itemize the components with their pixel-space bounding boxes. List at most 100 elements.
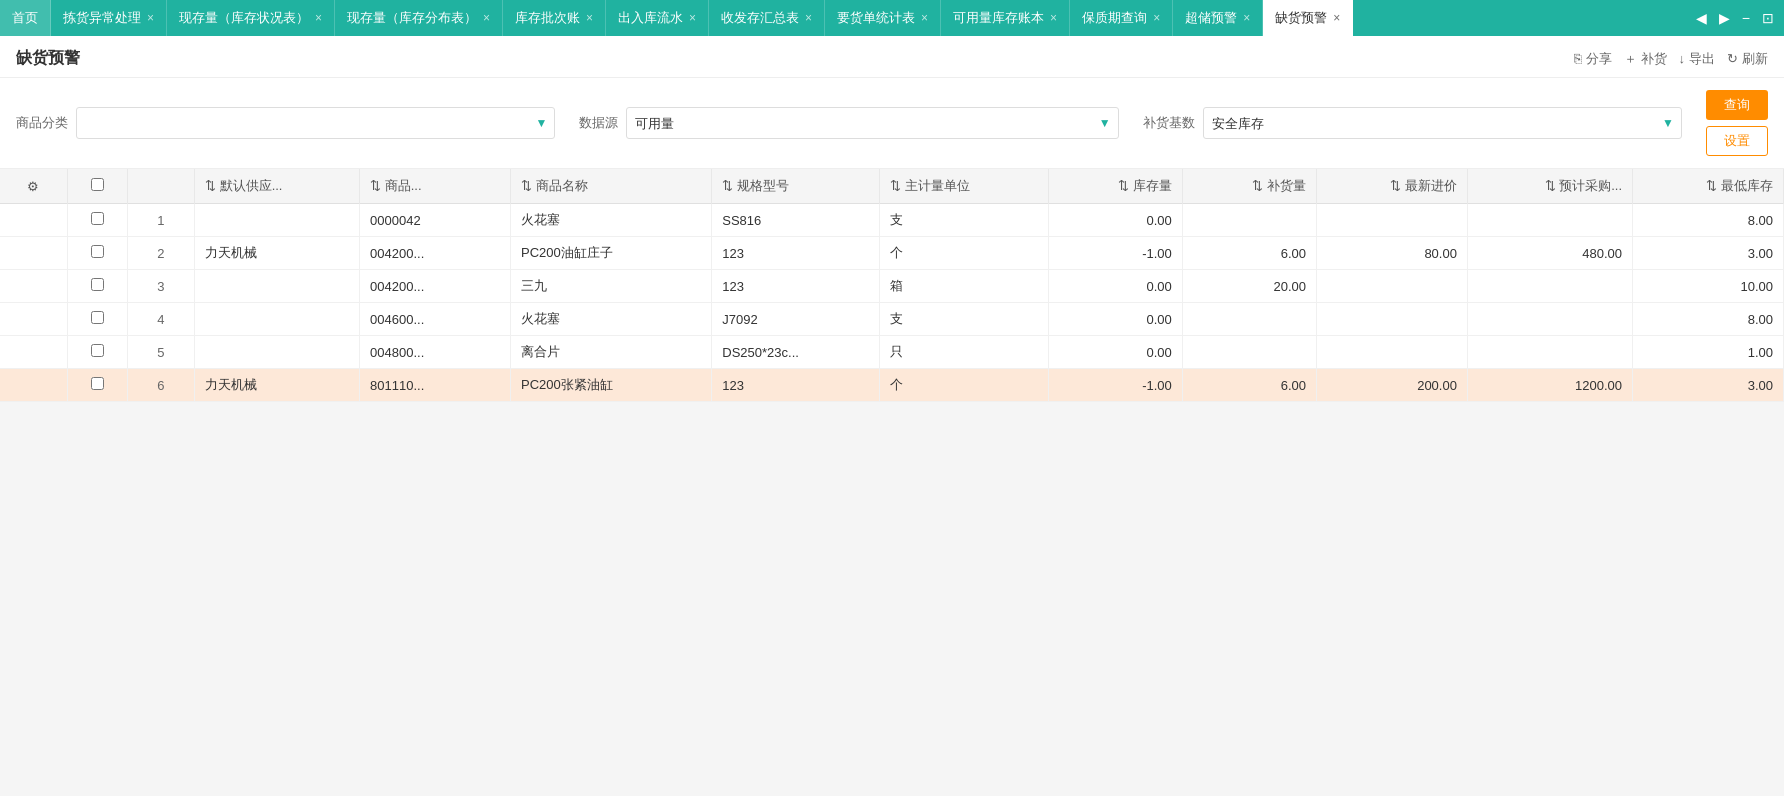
tab-item-11[interactable]: 缺货预警× bbox=[1263, 0, 1353, 36]
row-settings-3[interactable] bbox=[0, 303, 67, 336]
export-button[interactable]: ↓ 导出 bbox=[1679, 50, 1716, 68]
row-min-5: 3.00 bbox=[1633, 369, 1784, 402]
tab-close-11[interactable]: × bbox=[1333, 11, 1340, 25]
row-supplier-5: 力天机械 bbox=[195, 369, 360, 402]
col-header-stock[interactable]: ⇅ 库存量 bbox=[1048, 169, 1182, 204]
row-restock-0 bbox=[1182, 204, 1316, 237]
row-name-5: PC200张紧油缸 bbox=[511, 369, 712, 402]
row-spec-0: SS816 bbox=[712, 204, 880, 237]
query-button[interactable]: 查询 bbox=[1706, 90, 1768, 120]
tab-close-5[interactable]: × bbox=[689, 11, 696, 25]
refresh-button[interactable]: ↻ 刷新 bbox=[1727, 50, 1768, 68]
select-all-checkbox[interactable] bbox=[91, 178, 104, 191]
datasource-select[interactable]: 可用量 bbox=[626, 107, 1118, 139]
row-checkbox-1[interactable] bbox=[91, 245, 104, 258]
table-row: 2 力天机械 004200... PC200油缸庄子 123 个 -1.00 6… bbox=[0, 237, 1784, 270]
tab-minimize-button[interactable]: − bbox=[1736, 6, 1756, 30]
row-settings-5[interactable] bbox=[0, 369, 67, 402]
row-settings-2[interactable] bbox=[0, 270, 67, 303]
tab-close-7[interactable]: × bbox=[921, 11, 928, 25]
tab-close-6[interactable]: × bbox=[805, 11, 812, 25]
row-checkbox-4[interactable] bbox=[91, 344, 104, 357]
row-spec-2: 123 bbox=[712, 270, 880, 303]
tab-item-7[interactable]: 要货单统计表× bbox=[825, 0, 941, 36]
share-icon: ⎘ bbox=[1574, 51, 1582, 66]
row-num-3: 4 bbox=[127, 303, 194, 336]
row-restock-4 bbox=[1182, 336, 1316, 369]
tab-item-1[interactable]: 拣货异常处理× bbox=[51, 0, 167, 36]
tab-item-0[interactable]: 首页 bbox=[0, 0, 51, 36]
row-supplier-2 bbox=[195, 270, 360, 303]
row-checkbox-cell-5[interactable] bbox=[67, 369, 127, 402]
row-unit-5: 个 bbox=[879, 369, 1048, 402]
restock-button[interactable]: ＋ 补货 bbox=[1624, 50, 1667, 68]
row-checkbox-cell-1[interactable] bbox=[67, 237, 127, 270]
col-header-restock[interactable]: ⇅ 补货量 bbox=[1182, 169, 1316, 204]
row-checkbox-3[interactable] bbox=[91, 311, 104, 324]
settings-button[interactable]: 设置 bbox=[1706, 126, 1768, 156]
tab-item-5[interactable]: 出入库流水× bbox=[606, 0, 709, 36]
tab-close-10[interactable]: × bbox=[1243, 11, 1250, 25]
col-header-settings[interactable]: ⚙ bbox=[0, 169, 67, 204]
row-checkbox-cell-2[interactable] bbox=[67, 270, 127, 303]
row-price-1: 80.00 bbox=[1317, 237, 1468, 270]
row-settings-0[interactable] bbox=[0, 204, 67, 237]
tab-prev-button[interactable]: ◀ bbox=[1690, 6, 1713, 30]
tab-next-button[interactable]: ▶ bbox=[1713, 6, 1736, 30]
tab-item-2[interactable]: 现存量（库存状况表）× bbox=[167, 0, 335, 36]
category-select[interactable] bbox=[76, 107, 555, 139]
row-min-4: 1.00 bbox=[1633, 336, 1784, 369]
category-label: 商品分类 bbox=[16, 114, 68, 132]
row-name-4: 离合片 bbox=[511, 336, 712, 369]
share-button[interactable]: ⎘ 分享 bbox=[1574, 50, 1612, 68]
col-header-code[interactable]: ⇅ 商品... bbox=[360, 169, 511, 204]
tab-item-9[interactable]: 保质期查询× bbox=[1070, 0, 1173, 36]
row-supplier-0 bbox=[195, 204, 360, 237]
col-header-supplier[interactable]: ⇅ 默认供应... bbox=[195, 169, 360, 204]
settings-icon: ⚙ bbox=[27, 179, 39, 194]
col-header-name[interactable]: ⇅ 商品名称 bbox=[511, 169, 712, 204]
tab-item-8[interactable]: 可用量库存账本× bbox=[941, 0, 1070, 36]
tab-item-10[interactable]: 超储预警× bbox=[1173, 0, 1263, 36]
row-num-2: 3 bbox=[127, 270, 194, 303]
col-header-checkbox[interactable] bbox=[67, 169, 127, 204]
tab-close-8[interactable]: × bbox=[1050, 11, 1057, 25]
header-actions: ⎘ 分享 ＋ 补货 ↓ 导出 ↻ 刷新 bbox=[1574, 50, 1769, 68]
row-price-4 bbox=[1317, 336, 1468, 369]
row-code-4: 004800... bbox=[360, 336, 511, 369]
tab-close-9[interactable]: × bbox=[1153, 11, 1160, 25]
row-stock-2: 0.00 bbox=[1048, 270, 1182, 303]
col-header-unit[interactable]: ⇅ 主计量单位 bbox=[879, 169, 1048, 204]
row-unit-3: 支 bbox=[879, 303, 1048, 336]
tab-item-4[interactable]: 库存批次账× bbox=[503, 0, 606, 36]
est-sort-icon: ⇅ bbox=[1545, 178, 1556, 193]
restock-base-select[interactable]: 安全库存 bbox=[1203, 107, 1682, 139]
table-row: 5 004800... 离合片 DS250*23c... 只 0.00 1.00 bbox=[0, 336, 1784, 369]
tab-close-3[interactable]: × bbox=[483, 11, 490, 25]
row-unit-4: 只 bbox=[879, 336, 1048, 369]
row-unit-2: 箱 bbox=[879, 270, 1048, 303]
row-checkbox-0[interactable] bbox=[91, 212, 104, 225]
tab-close-2[interactable]: × bbox=[315, 11, 322, 25]
row-settings-1[interactable] bbox=[0, 237, 67, 270]
row-checkbox-cell-4[interactable] bbox=[67, 336, 127, 369]
row-checkbox-cell-3[interactable] bbox=[67, 303, 127, 336]
row-checkbox-cell-0[interactable] bbox=[67, 204, 127, 237]
col-header-est[interactable]: ⇅ 预计采购... bbox=[1467, 169, 1632, 204]
category-select-wrapper: ▼ bbox=[76, 107, 555, 139]
tab-item-3[interactable]: 现存量（库存分布表）× bbox=[335, 0, 503, 36]
col-header-min[interactable]: ⇅ 最低库存 bbox=[1633, 169, 1784, 204]
tab-restore-button[interactable]: ⊡ bbox=[1756, 6, 1780, 30]
row-checkbox-5[interactable] bbox=[91, 377, 104, 390]
tab-close-4[interactable]: × bbox=[586, 11, 593, 25]
tab-close-1[interactable]: × bbox=[147, 11, 154, 25]
row-restock-1: 6.00 bbox=[1182, 237, 1316, 270]
tab-item-6[interactable]: 收发存汇总表× bbox=[709, 0, 825, 36]
row-price-5: 200.00 bbox=[1317, 369, 1468, 402]
row-checkbox-2[interactable] bbox=[91, 278, 104, 291]
row-min-0: 8.00 bbox=[1633, 204, 1784, 237]
row-settings-4[interactable] bbox=[0, 336, 67, 369]
col-header-price[interactable]: ⇅ 最新进价 bbox=[1317, 169, 1468, 204]
tab-navigation: ◀ ▶ − ⊡ bbox=[1686, 6, 1784, 30]
col-header-spec[interactable]: ⇅ 规格型号 bbox=[712, 169, 880, 204]
